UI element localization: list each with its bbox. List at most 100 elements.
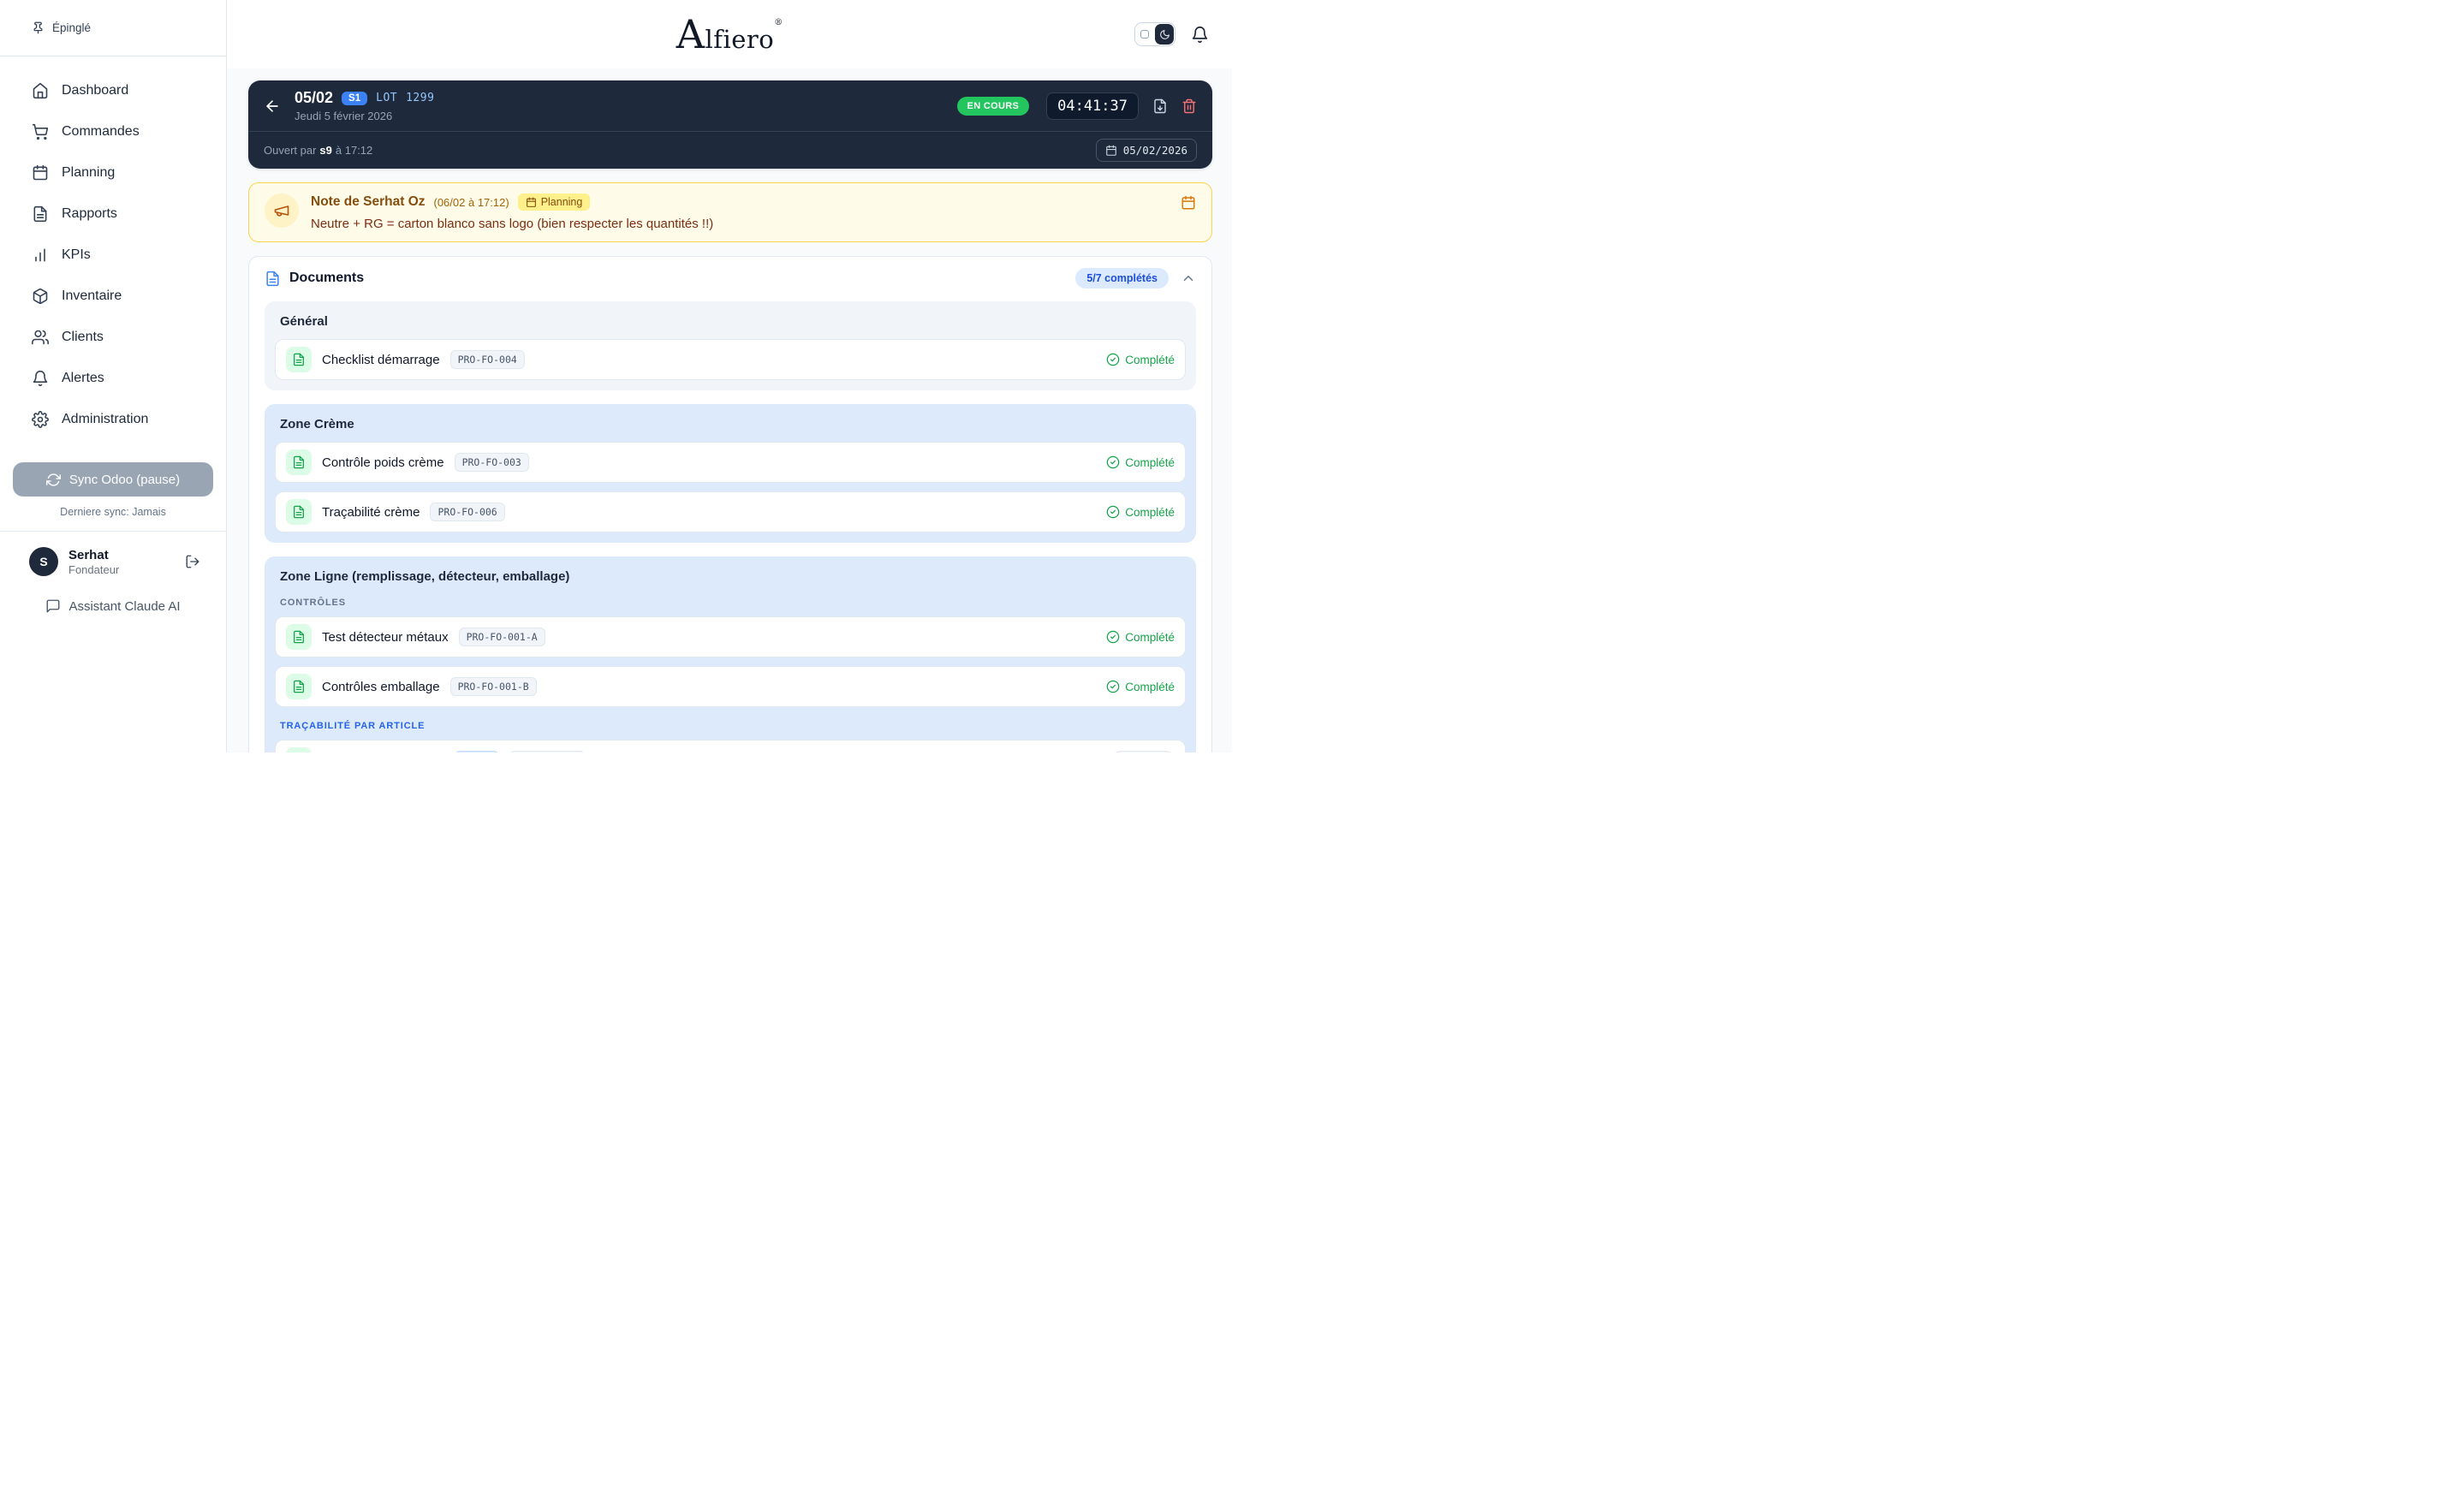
document-row-controle-poids-creme[interactable]: Contrôle poids crème PRO-FO-003 Complété <box>275 442 1186 483</box>
shift-badge: S1 <box>342 91 368 105</box>
file-download-icon <box>1152 98 1168 114</box>
theme-toggle[interactable] <box>1134 22 1175 46</box>
run-timer: 04:41:37 <box>1046 92 1139 120</box>
check-circle-icon <box>1106 505 1120 519</box>
last-sync-text: Derniere sync: Jamais <box>60 506 166 518</box>
opened-by-text: Ouvert par s9 à 17:12 <box>264 144 372 157</box>
refresh-icon <box>46 473 61 487</box>
documents-title: Documents <box>289 271 365 285</box>
user-role: Fondateur <box>68 562 120 576</box>
article-lot-badge: NE286 <box>454 751 500 752</box>
main-area: Alfiero® 05/02 S1 LOT 1299 Jeudi 5 févri… <box>227 0 1232 752</box>
sidebar-item-commandes[interactable]: Commandes <box>0 111 226 152</box>
nav-label: Planning <box>62 165 116 180</box>
assistant-link[interactable]: Assistant Claude AI <box>0 598 226 614</box>
document-row-controles-emballage[interactable]: Contrôles emballage PRO-FO-001-B Complét… <box>275 666 1186 707</box>
logout-icon <box>185 554 200 569</box>
app-logo: Alfiero® <box>676 11 783 57</box>
nav-label: KPIs <box>62 247 91 262</box>
section-title: Zone Crème <box>280 417 354 431</box>
document-icon <box>286 624 312 650</box>
user-meta: Serhat Fondateur <box>68 548 175 576</box>
nav-label: Inventaire <box>62 289 122 303</box>
document-label: Traçabilité crème <box>322 504 420 520</box>
document-row-test-detecteur-metaux[interactable]: Test détecteur métaux PRO-FO-001-A Compl… <box>275 616 1186 657</box>
documents-header-right: 5/7 complétés <box>1075 268 1196 289</box>
logout-button[interactable] <box>185 554 200 569</box>
opened-by-prefix: Ouvert par <box>264 144 317 157</box>
back-button[interactable] <box>264 98 281 115</box>
document-code-badge: PRO-FO-001-A <box>458 628 545 646</box>
nav-label: Administration <box>62 412 149 426</box>
dark-mode-option[interactable] <box>1155 24 1174 45</box>
file-icon <box>32 205 49 223</box>
document-status: Complété <box>1106 505 1175 519</box>
sidebar-item-clients[interactable]: Clients <box>0 317 226 358</box>
document-status: Complété <box>1106 455 1175 469</box>
document-code-badge: PRO-FO-001-B <box>449 677 537 696</box>
package-icon <box>32 288 49 305</box>
nav-label: Commandes <box>62 124 140 139</box>
chat-icon <box>45 598 61 614</box>
run-title-line: 05/02 S1 LOT 1299 <box>295 89 434 107</box>
document-label: Checklist démarrage <box>322 352 440 367</box>
sync-odoo-button[interactable]: Sync Odoo (pause) <box>13 462 213 497</box>
sidebar-pin-toggle[interactable]: Épinglé <box>0 0 226 57</box>
calendar-icon <box>32 164 49 181</box>
document-row-tracabilite-production[interactable]: Traçabilité production NE286 PRO-FO-002 <box>275 740 1186 752</box>
date-chip-value: 05/02/2026 <box>1122 144 1187 157</box>
sidebar-item-alertes[interactable]: Alertes <box>0 358 226 399</box>
arrow-left-icon <box>264 98 281 115</box>
documents-section-general: Général Checklist démarrage PRO-FO-004 C… <box>265 301 1196 390</box>
check-circle-icon <box>1106 630 1120 644</box>
opened-by-user: s9 <box>319 144 332 157</box>
sidebar-item-kpis[interactable]: KPIs <box>0 235 226 276</box>
document-status-label: Complété <box>1125 353 1175 366</box>
sidebar-item-administration[interactable]: Administration <box>0 399 226 440</box>
production-run-card: 05/02 S1 LOT 1299 Jeudi 5 février 2026 E… <box>248 80 1212 169</box>
home-icon <box>32 82 49 99</box>
bell-icon <box>1191 26 1209 44</box>
light-mode-option[interactable] <box>1135 23 1154 45</box>
nav-label: Clients <box>62 330 104 344</box>
sync-button-label: Sync Odoo (pause) <box>68 472 181 487</box>
document-row-checklist-demarrage[interactable]: Checklist démarrage PRO-FO-004 Complété <box>275 339 1186 380</box>
document-icon <box>286 449 312 475</box>
export-button[interactable] <box>1152 98 1168 114</box>
delete-button[interactable] <box>1181 98 1197 114</box>
section-title: Général <box>280 314 328 329</box>
date-picker-chip[interactable]: 05/02/2026 <box>1095 139 1197 162</box>
note-timestamp: (06/02 à 17:12) <box>433 195 509 209</box>
nav-label: Rapports <box>62 206 117 221</box>
check-circle-icon <box>1106 353 1120 366</box>
collapse-button[interactable] <box>1181 271 1196 286</box>
document-label: Contrôles emballage <box>322 679 440 694</box>
top-header: Alfiero® <box>227 0 1232 68</box>
sidebar-item-inventaire[interactable]: Inventaire <box>0 276 226 317</box>
documents-card: Documents 5/7 complétés Général Checklis… <box>248 256 1212 752</box>
documents-progress-badge: 5/7 complétés <box>1075 268 1169 289</box>
sidebar-item-dashboard[interactable]: Dashboard <box>0 70 226 111</box>
document-code-badge: PRO-FO-003 <box>454 453 529 472</box>
sidebar-item-rapports[interactable]: Rapports <box>0 193 226 235</box>
note-tag-label: Planning <box>540 196 583 208</box>
user-profile: S Serhat Fondateur <box>0 532 226 576</box>
document-status: Complété <box>1106 630 1175 644</box>
trash-icon <box>1181 98 1197 114</box>
run-card-bottom: Ouvert par s9 à 17:12 05/02/2026 <box>248 131 1212 169</box>
top-controls <box>1134 22 1209 46</box>
lot-value: 1299 <box>406 92 435 104</box>
group-label: CONTRÔLES <box>280 598 346 608</box>
documents-header[interactable]: Documents 5/7 complétés <box>249 257 1211 300</box>
document-status-label: Complété <box>1125 455 1175 469</box>
note-header-line: Note de Serhat Oz (06/02 à 17:12) Planni… <box>311 193 1169 211</box>
nav-label: Dashboard <box>62 83 129 98</box>
document-label: Test détecteur métaux <box>322 629 449 645</box>
note-calendar-button[interactable] <box>1181 195 1196 211</box>
documents-body: Général Checklist démarrage PRO-FO-004 C… <box>249 300 1211 752</box>
sync-section: Sync Odoo (pause) Derniere sync: Jamais <box>0 462 226 518</box>
notifications-button[interactable] <box>1191 26 1209 44</box>
run-full-date: Jeudi 5 février 2026 <box>295 110 393 122</box>
sidebar-item-planning[interactable]: Planning <box>0 152 226 193</box>
document-row-tracabilite-creme[interactable]: Traçabilité crème PRO-FO-006 Complété <box>275 491 1186 532</box>
